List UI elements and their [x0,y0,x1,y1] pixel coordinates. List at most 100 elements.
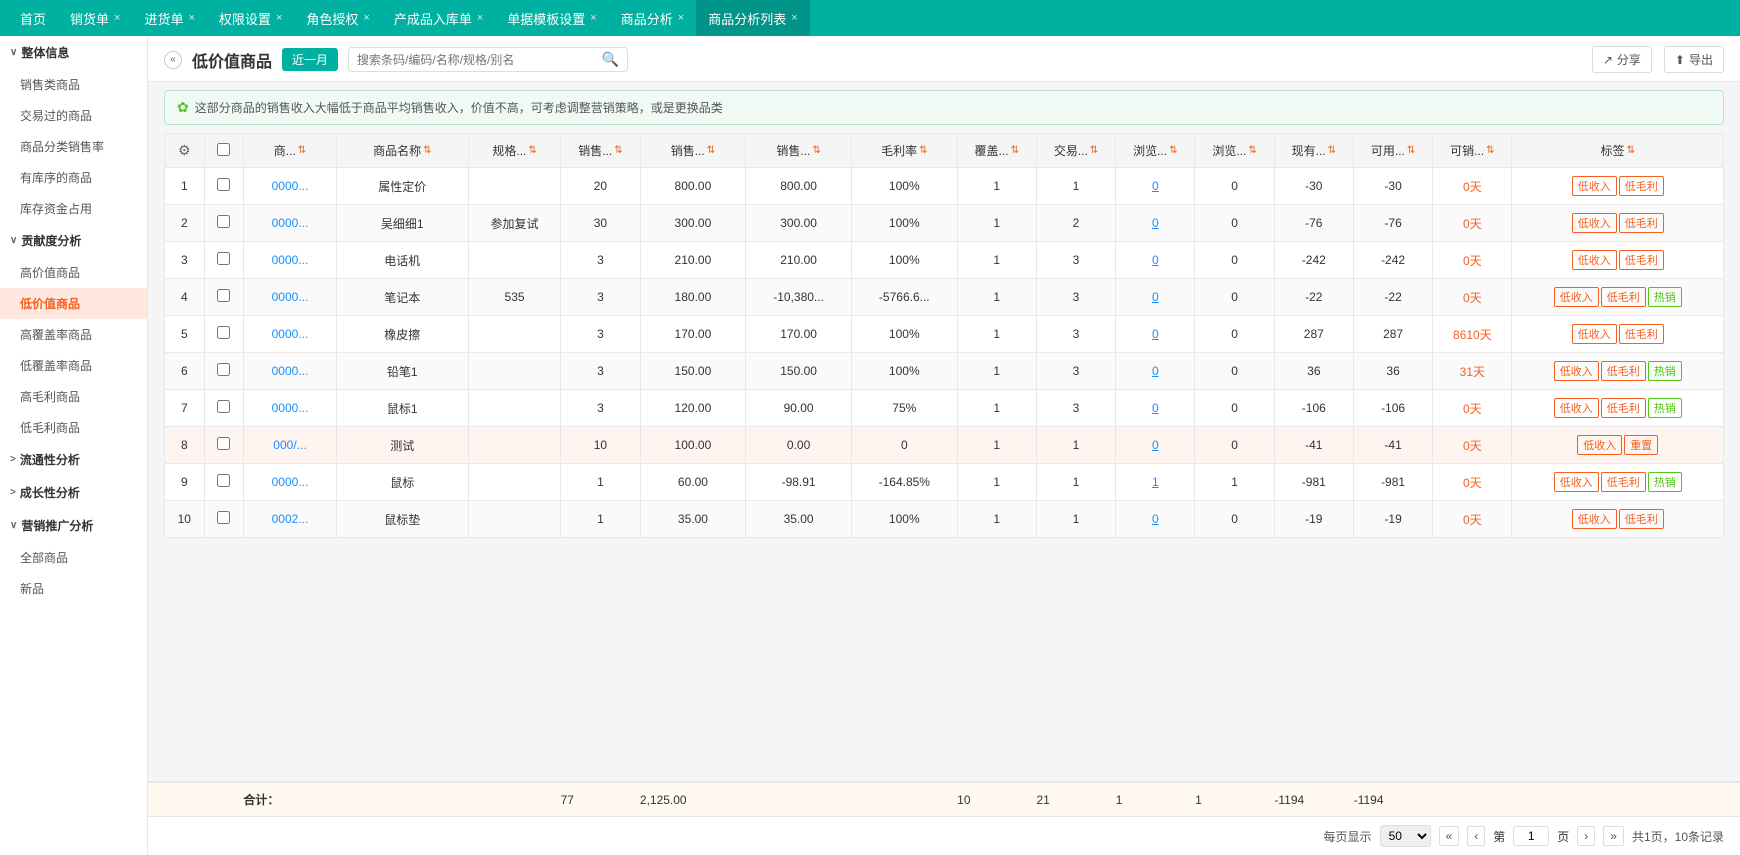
browse1-link[interactable]: 0 [1152,290,1159,304]
checkbox-col-header[interactable] [204,134,244,168]
nav-close-icon[interactable]: × [791,12,797,24]
sidebar-group-贡献度分析[interactable]: ∨贡献度分析 [0,224,147,257]
gear-icon[interactable]: ⚙ [178,142,191,158]
browse1-link[interactable]: 0 [1152,401,1159,415]
nav-close-icon[interactable]: × [678,12,684,24]
row-browse1[interactable]: 0 [1116,316,1195,353]
row-browse1[interactable]: 0 [1116,168,1195,205]
sidebar-item-全部商品[interactable]: 全部商品 [0,542,147,573]
th-sale2[interactable]: 销售...⇅ [640,134,746,168]
row-checkbox-cell[interactable] [204,464,244,501]
row-checkbox[interactable] [217,215,230,228]
row-browse1[interactable]: 0 [1116,427,1195,464]
th-margin[interactable]: 毛利率⇅ [851,134,957,168]
th-name[interactable]: 商品名称⇅ [336,134,468,168]
share-button[interactable]: ↗ 分享 [1592,46,1652,73]
sidebar-item-库存资金占用[interactable]: 库存资金占用 [0,193,147,224]
nav-close-icon[interactable]: × [114,12,120,24]
sidebar-item-销售类商品[interactable]: 销售类商品 [0,69,147,100]
row-checkbox[interactable] [217,400,230,413]
row-checkbox[interactable] [217,474,230,487]
nav-close-icon[interactable]: × [363,12,369,24]
browse1-link[interactable]: 0 [1152,179,1159,193]
browse1-link[interactable]: 0 [1152,253,1159,267]
th-current[interactable]: 现有...⇅ [1274,134,1353,168]
nav-close-icon[interactable]: × [477,12,483,24]
next-page-button[interactable]: › [1577,826,1595,846]
row-checkbox[interactable] [217,252,230,265]
select-all-checkbox[interactable] [217,143,230,156]
browse1-link[interactable]: 0 [1152,216,1159,230]
row-checkbox-cell[interactable] [204,168,244,205]
th-browse1[interactable]: 浏览...⇅ [1116,134,1195,168]
sidebar-group-营销推广分析[interactable]: ∨营销推广分析 [0,509,147,542]
th-tags[interactable]: 标签⇅ [1512,134,1724,168]
browse1-link[interactable]: 0 [1152,438,1159,452]
row-browse1[interactable]: 0 [1116,390,1195,427]
row-checkbox-cell[interactable] [204,279,244,316]
sidebar-item-有库序的商品[interactable]: 有库序的商品 [0,162,147,193]
sidebar-group-成长性分析[interactable]: >成长性分析 [0,476,147,509]
sidebar-item-交易过的商品[interactable]: 交易过的商品 [0,100,147,131]
sidebar-item-新品[interactable]: 新品 [0,573,147,604]
row-checkbox-cell[interactable] [204,316,244,353]
row-browse1[interactable]: 0 [1116,205,1195,242]
browse1-link[interactable]: 1 [1152,475,1159,489]
th-code[interactable]: 商...⇅ [244,134,336,168]
browse1-link[interactable]: 0 [1152,512,1159,526]
table-container[interactable]: ⚙ 商...⇅ 商品名称⇅ 规格...⇅ [148,133,1740,781]
th-spec[interactable]: 规格...⇅ [468,134,560,168]
row-checkbox-cell[interactable] [204,242,244,279]
row-browse1[interactable]: 0 [1116,242,1195,279]
th-trade[interactable]: 交易...⇅ [1036,134,1115,168]
prev-page-button[interactable]: ‹ [1467,826,1485,846]
row-checkbox[interactable] [217,326,230,339]
browse1-link[interactable]: 0 [1152,327,1159,341]
sidebar-item-高覆盖率商品[interactable]: 高覆盖率商品 [0,319,147,350]
sidebar-group-整体信息[interactable]: ∨整体信息 [0,36,147,69]
row-checkbox-cell[interactable] [204,427,244,464]
last-page-button[interactable]: » [1603,826,1624,846]
first-page-button[interactable]: « [1439,826,1460,846]
row-checkbox[interactable] [217,178,230,191]
browse1-link[interactable]: 0 [1152,364,1159,378]
gear-col-header[interactable]: ⚙ [165,134,205,168]
th-sale3[interactable]: 销售...⇅ [746,134,852,168]
row-browse1[interactable]: 0 [1116,501,1195,538]
sidebar-item-高价值商品[interactable]: 高价值商品 [0,257,147,288]
per-page-select[interactable]: 50 100 [1380,825,1431,847]
th-browse2[interactable]: 浏览...⇅ [1195,134,1274,168]
nav-item-销货单[interactable]: 销货单× [58,0,132,36]
export-button[interactable]: ⬆ 导出 [1664,46,1724,73]
row-browse1[interactable]: 0 [1116,353,1195,390]
row-checkbox[interactable] [217,511,230,524]
nav-close-icon[interactable]: × [188,12,194,24]
nav-item-权限设置[interactable]: 权限设置× [207,0,294,36]
nav-item-商品分析[interactable]: 商品分析× [609,0,696,36]
row-checkbox-cell[interactable] [204,205,244,242]
nav-item-商品分析列表[interactable]: 商品分析列表× [696,0,809,36]
row-browse1[interactable]: 0 [1116,279,1195,316]
search-input[interactable] [357,53,602,67]
nav-item-单据模板设置[interactable]: 单据模板设置× [495,0,608,36]
nav-item-首页[interactable]: 首页 [8,0,58,36]
nav-close-icon[interactable]: × [590,12,596,24]
nav-close-icon[interactable]: × [276,12,282,24]
row-checkbox[interactable] [217,363,230,376]
th-saleable[interactable]: 可销...⇅ [1433,134,1512,168]
th-available[interactable]: 可用...⇅ [1353,134,1432,168]
row-checkbox-cell[interactable] [204,353,244,390]
collapse-sidebar-button[interactable]: « [164,51,182,69]
nav-item-产成品入库单[interactable]: 产成品入库单× [382,0,495,36]
sidebar-item-低价值商品[interactable]: 低价值商品 [0,288,147,319]
sidebar-item-低覆盖率商品[interactable]: 低覆盖率商品 [0,350,147,381]
sidebar-item-商品分类销售率[interactable]: 商品分类销售率 [0,131,147,162]
sidebar-item-低毛利商品[interactable]: 低毛利商品 [0,412,147,443]
row-browse1[interactable]: 1 [1116,464,1195,501]
filter-period-button[interactable]: 近一月 [282,48,338,71]
th-sale1[interactable]: 销售...⇅ [561,134,640,168]
nav-item-进货单[interactable]: 进货单× [132,0,206,36]
search-icon[interactable]: 🔍 [602,51,619,68]
sidebar-group-流通性分析[interactable]: >流通性分析 [0,443,147,476]
nav-item-角色授权[interactable]: 角色授权× [294,0,381,36]
